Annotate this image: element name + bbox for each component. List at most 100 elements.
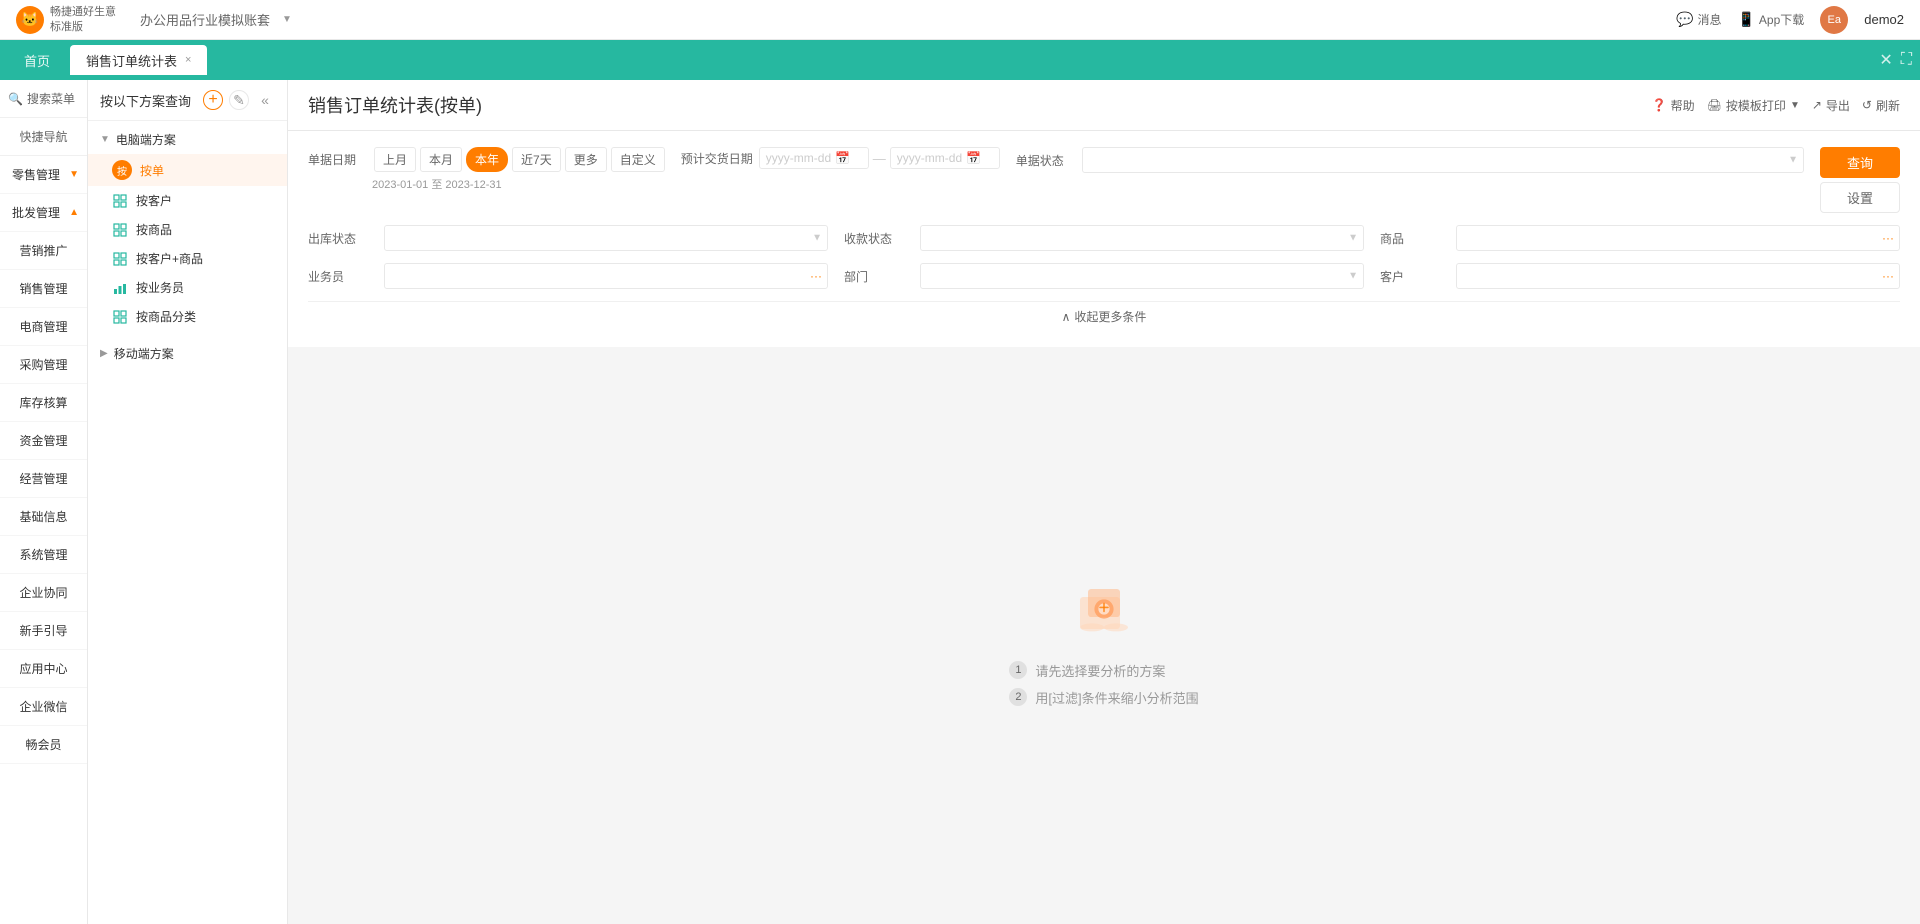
status-select-wrapper: ▼ (1082, 147, 1804, 173)
wholesale-label: 批发管理 (12, 204, 60, 221)
calendar-icon2: 📅 (966, 151, 981, 165)
date-btn-7days[interactable]: 近7天 (512, 147, 561, 172)
sidebar-item-sales[interactable]: 销售管理 (0, 270, 87, 308)
sidebar-item-basic[interactable]: 基础信息 (0, 498, 87, 536)
settings-btn[interactable]: 设置 (1820, 182, 1900, 213)
tab-close-btn[interactable]: × (185, 54, 191, 66)
sidebar-item-collab[interactable]: 企业协同 (0, 574, 87, 612)
scheme-item-by-staff[interactable]: 按业务员 (88, 273, 287, 302)
sidebar-item-finance[interactable]: 资金管理 (0, 422, 87, 460)
message-btn[interactable]: 💬 消息 (1676, 11, 1721, 28)
scheme-group-mobile-header[interactable]: ▶ 移动端方案 (88, 339, 287, 368)
date-end-input[interactable]: yyyy-mm-dd 📅 (890, 147, 1000, 169)
sidebar-item-wechat[interactable]: 企业微信 (0, 688, 87, 726)
scheme-item-label: 按客户 (136, 192, 172, 209)
staff-ellipsis-icon[interactable]: ··· (810, 269, 822, 283)
message-icon: 💬 (1676, 11, 1693, 28)
app-subtitle: 办公用品行业模拟账套 (140, 10, 270, 29)
search-btn[interactable]: 查询 (1820, 147, 1900, 178)
staff-label: 业务员 (308, 268, 368, 285)
goods-input[interactable] (1456, 225, 1900, 251)
app-download-btn[interactable]: 📱 App下载 (1737, 11, 1804, 28)
avatar[interactable]: Ea (1820, 6, 1848, 34)
sidebar-item-guide[interactable]: 新手引导 (0, 612, 87, 650)
help-icon: ❓ (1652, 98, 1667, 112)
sidebar-item-wholesale[interactable]: 批发管理 ▲ (0, 194, 87, 232)
template-print-btn[interactable]: 🖨 按模板打印 ▼ (1707, 97, 1800, 114)
tab-home[interactable]: 首页 (8, 40, 66, 80)
sidebar-item-retail[interactable]: 零售管理 ▼ (0, 156, 87, 194)
filter-area: 单据日期 上月 本月 本年 近7天 更多 自定义 2023-01-01 至 20… (288, 131, 1920, 347)
sidebar-item-ecommerce[interactable]: 电商管理 (0, 308, 87, 346)
dept-select[interactable] (920, 263, 1364, 289)
page-actions: ❓ 帮助 🖨 按模板打印 ▼ ↗ 导出 ↺ 刷新 (1652, 97, 1900, 114)
empty-state: 1 请先选择要分析的方案 2 用[过滤]条件来缩小分析范围 (1009, 565, 1198, 707)
scheme-item-label: 按单 (140, 162, 164, 179)
goods-ellipsis-icon[interactable]: ··· (1882, 231, 1894, 245)
customer-ellipsis-icon[interactable]: ··· (1882, 269, 1894, 283)
export-btn[interactable]: ↗ 导出 (1812, 97, 1850, 114)
customer-goods-icon (112, 251, 128, 267)
goods-label: 商品 (1380, 230, 1440, 247)
print-icon: 🖨 (1707, 98, 1722, 112)
main-content: 1 请先选择要分析的方案 2 用[过滤]条件来缩小分析范围 (288, 347, 1920, 924)
ship-status-select[interactable] (384, 225, 828, 251)
sidebar-item-marketing[interactable]: 营销推广 (0, 232, 87, 270)
pay-status-select[interactable] (920, 225, 1364, 251)
scheme-item-by-goods[interactable]: 按商品 (88, 215, 287, 244)
scheme-item-by-category[interactable]: 按商品分类 (88, 302, 287, 331)
status-select[interactable] (1082, 147, 1804, 173)
date-btn-last-month[interactable]: 上月 (374, 147, 416, 172)
empty-tip-2: 2 用[过滤]条件来缩小分析范围 (1009, 688, 1198, 707)
scheme-item-by-order[interactable]: 按 按单 (88, 154, 287, 186)
logo-area: 🐱 畅捷通好生意 标准版 (16, 5, 116, 34)
refresh-btn[interactable]: ↺ 刷新 (1862, 97, 1900, 114)
ship-status-label: 出库状态 (308, 230, 368, 247)
logo-icon: 🐱 (16, 6, 44, 34)
scheme-group-pc: ▼ 电脑端方案 按 按单 按客户 (88, 121, 287, 335)
sidebar-item-system[interactable]: 系统管理 (0, 536, 87, 574)
search-icon: 🔍 (8, 92, 23, 106)
empty-tip-1: 1 请先选择要分析的方案 (1009, 661, 1198, 680)
search-nav[interactable]: 🔍 搜索菜单 (0, 80, 87, 118)
date-btn-more[interactable]: 更多 (565, 147, 607, 172)
edit-scheme-btn[interactable]: ✎ (229, 90, 249, 110)
logo-text: 畅捷通好生意 标准版 (50, 5, 116, 34)
app-subtitle-arrow[interactable]: ▼ (282, 14, 292, 25)
sidebar-item-inventory[interactable]: 库存核算 (0, 384, 87, 422)
staff-icon (112, 280, 128, 296)
ship-status-wrapper: ▼ (384, 225, 828, 251)
close-window-icon[interactable]: ✕ (1879, 50, 1892, 70)
pay-status-label: 收款状态 (844, 230, 904, 247)
tab-active[interactable]: 销售订单统计表 × (70, 45, 207, 75)
left-panel-actions: + ✎ « (203, 90, 275, 110)
help-btn[interactable]: ❓ 帮助 (1652, 97, 1695, 114)
scheme-group-pc-header[interactable]: ▼ 电脑端方案 (88, 125, 287, 154)
date-btn-this-month[interactable]: 本月 (420, 147, 462, 172)
empty-tips: 1 请先选择要分析的方案 2 用[过滤]条件来缩小分析范围 (1009, 661, 1198, 707)
add-scheme-btn[interactable]: + (203, 90, 223, 110)
date-btn-this-year[interactable]: 本年 (466, 147, 508, 172)
scheme-item-by-customer-goods[interactable]: 按客户+商品 (88, 244, 287, 273)
content-area: 按以下方案查询 + ✎ « ▼ 电脑端方案 按 按单 (88, 80, 1920, 924)
sidebar-item-operations[interactable]: 经营管理 (0, 460, 87, 498)
scheme-group-mobile-label: 移动端方案 (114, 345, 174, 362)
staff-input[interactable] (384, 263, 828, 289)
date-btn-custom[interactable]: 自定义 (611, 147, 665, 172)
maximize-icon[interactable]: ⛶ (1901, 51, 1912, 69)
status-label: 单据状态 (1016, 152, 1076, 169)
customer-input[interactable] (1456, 263, 1900, 289)
scheme-item-by-customer[interactable]: 按客户 (88, 186, 287, 215)
goods-icon (112, 222, 128, 238)
date-start-input[interactable]: yyyy-mm-dd 📅 (759, 147, 869, 169)
page-title: 销售订单统计表(按单) (308, 92, 482, 118)
sidebar-item-purchase[interactable]: 采购管理 (0, 346, 87, 384)
filter-row-3: 业务员 ··· 部门 ▼ 客户 ··· (308, 263, 1900, 289)
sidebar-item-member[interactable]: 畅会员 (0, 726, 87, 764)
sidebar-item-appcenter[interactable]: 应用中心 (0, 650, 87, 688)
collapse-panel-btn[interactable]: « (255, 90, 275, 110)
date-label: 单据日期 (308, 151, 368, 168)
collapse-btn[interactable]: ∧ 收起更多条件 (308, 301, 1900, 331)
quick-nav-item[interactable]: 快捷导航 (0, 118, 87, 156)
tip2-text: 用[过滤]条件来缩小分析范围 (1035, 688, 1198, 707)
